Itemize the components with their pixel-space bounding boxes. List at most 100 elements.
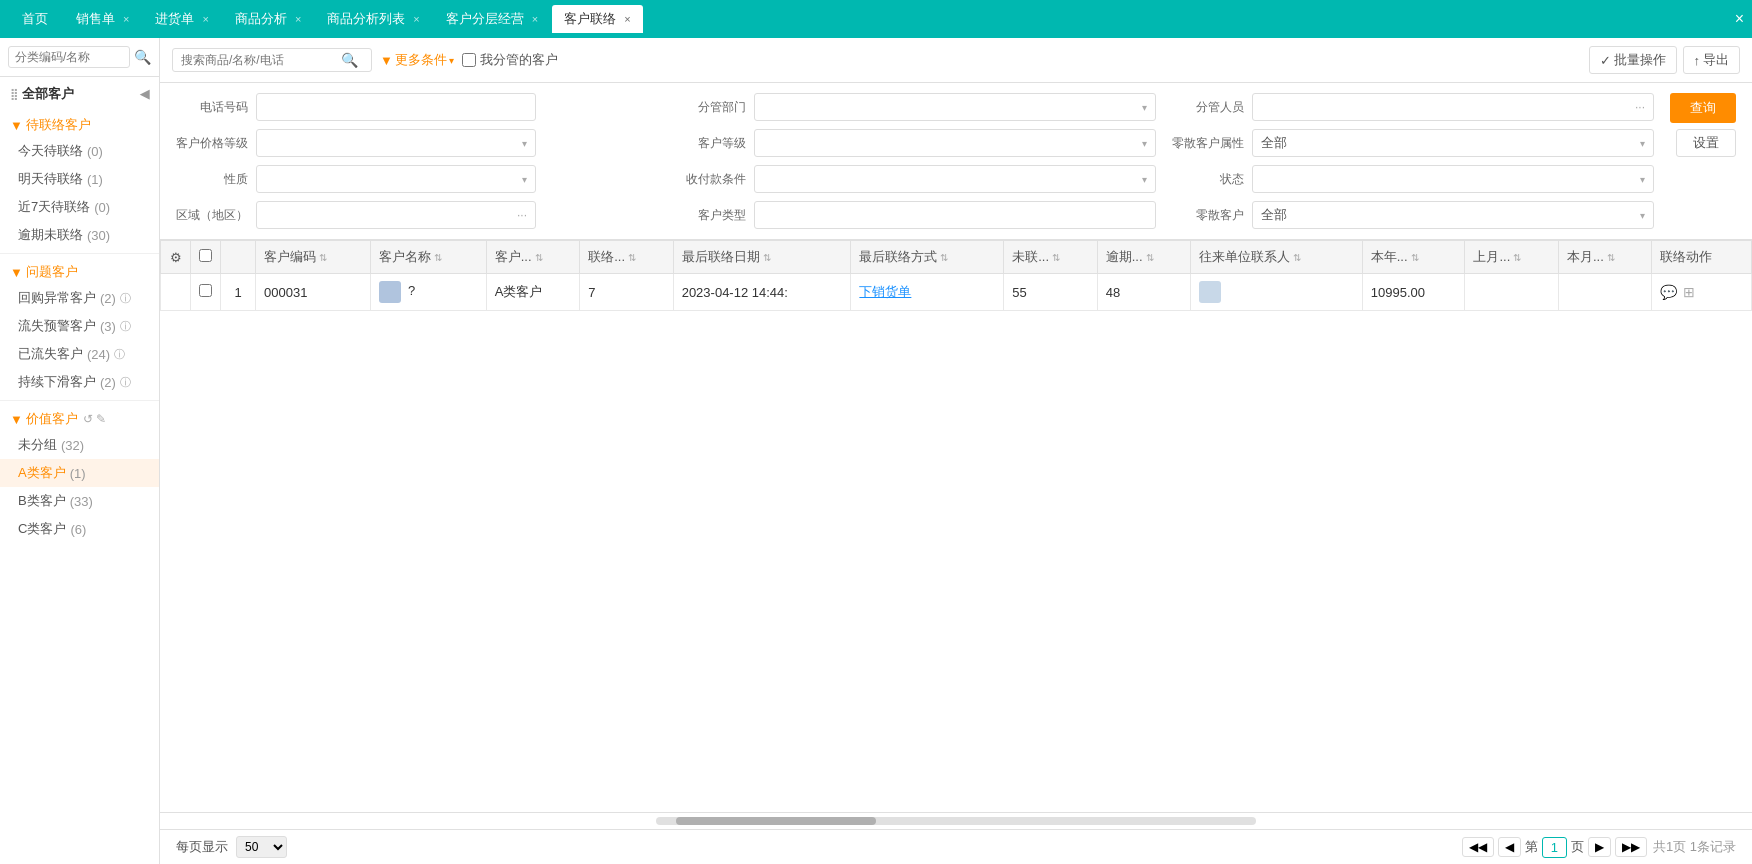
sidebar-search-icon[interactable]: 🔍 [134, 49, 151, 65]
row-checkbox[interactable] [199, 284, 212, 297]
sidebar-repurchase-abnormal[interactable]: 回购异常客户 (2) ⓘ [0, 284, 159, 312]
filter-search-input[interactable] [181, 53, 341, 67]
close-analysis-tab[interactable]: × [295, 5, 301, 33]
batch-ops-icon: ✓ [1600, 53, 1611, 68]
close-customer-ops-tab[interactable]: × [532, 5, 538, 33]
filter-payment-select[interactable]: ▾ [754, 165, 1156, 193]
row-name-cell[interactable]: ? [371, 274, 486, 311]
more-conditions-button[interactable]: ▼ 更多条件 ▾ [380, 51, 454, 69]
filter-nature-select[interactable]: ▾ [256, 165, 536, 193]
col-header-last-month[interactable]: 上月... ⇅ [1465, 241, 1558, 274]
filter-retail-attr: 零散客户属性 全部 ▾ [1172, 129, 1654, 157]
info-icon-3: ⓘ [114, 347, 125, 362]
col-header-this-month[interactable]: 本月... ⇅ [1558, 241, 1651, 274]
filter-region-input[interactable]: ··· [256, 201, 536, 229]
row-last-method-cell[interactable]: 下销货单 [851, 274, 1004, 311]
filter-dept-select[interactable]: ▾ [754, 93, 1156, 121]
batch-ops-button[interactable]: ✓ 批量操作 [1589, 46, 1677, 74]
sidebar-overdue-contact[interactable]: 逾期未联络 (30) [0, 221, 159, 249]
col-header-gear[interactable]: ⚙ [161, 241, 191, 274]
sidebar-search-input[interactable] [8, 46, 130, 68]
col-header-last-date[interactable]: 最后联络日期 ⇅ [673, 241, 851, 274]
nav-customer-ops[interactable]: 客户分层经营 × [434, 5, 550, 33]
sidebar-churned[interactable]: 已流失客户 (24) ⓘ [0, 340, 159, 368]
filter-status-select[interactable]: ▾ [1252, 165, 1654, 193]
prev-page-button[interactable]: ◀ [1498, 837, 1521, 857]
col-header-type[interactable]: 客户... ⇅ [486, 241, 579, 274]
edit-icon[interactable]: ✎ [96, 412, 106, 426]
sidebar-today-contact[interactable]: 今天待联络 (0) [0, 137, 159, 165]
col-header-last-method[interactable]: 最后联络方式 ⇅ [851, 241, 1004, 274]
last-page-button[interactable]: ▶▶ [1615, 837, 1647, 857]
page-size-select[interactable]: 50 100 200 [236, 836, 287, 858]
filter-manager-input[interactable]: ··· [1252, 93, 1654, 121]
my-customers-checkbox[interactable]: 我分管的客户 [462, 51, 558, 69]
row-code-cell[interactable]: 000031 [256, 274, 371, 311]
top-nav: 首页 销售单 × 进货单 × 商品分析 × 商品分析列表 × 客户分层经营 × … [0, 0, 1752, 38]
col-header-this-year[interactable]: 本年... ⇅ [1362, 241, 1465, 274]
settings-button[interactable]: 设置 [1676, 129, 1736, 157]
sidebar-declining[interactable]: 持续下滑客户 (2) ⓘ [0, 368, 159, 396]
close-purchase-tab[interactable]: × [202, 5, 208, 33]
sidebar-collapse-icon[interactable]: ◀ [140, 87, 149, 101]
sidebar-class-c[interactable]: C类客户 (6) [0, 515, 159, 543]
col-header-unit-contact[interactable]: 往来单位联系人 ⇅ [1191, 241, 1363, 274]
nav-home[interactable]: 首页 [8, 10, 62, 28]
collapse-arrow[interactable]: ▼ [10, 118, 23, 133]
chat-icon[interactable]: 💬 [1660, 284, 1677, 300]
sidebar-class-b[interactable]: B类客户 (33) [0, 487, 159, 515]
first-page-button[interactable]: ◀◀ [1462, 837, 1494, 857]
filter-phone: 电话号码 [176, 93, 658, 121]
filter-dept: 分管部门 ▾ [674, 93, 1156, 121]
col-header-name[interactable]: 客户名称 ⇅ [371, 241, 486, 274]
current-page[interactable]: 1 [1542, 837, 1567, 858]
nav-customer-contact[interactable]: 客户联络 × [552, 5, 642, 33]
filter-region: 区域（地区） ··· [176, 201, 658, 229]
filter-customer-type-input[interactable] [754, 201, 1156, 229]
close-all-tabs[interactable]: × [1735, 10, 1744, 28]
collapse-arrow-2[interactable]: ▼ [10, 265, 23, 280]
nav-analysis[interactable]: 商品分析 × [223, 5, 313, 33]
row-gear-cell [161, 274, 191, 311]
select-all-checkbox[interactable] [199, 249, 212, 262]
filter-price-level-select[interactable]: ▾ [256, 129, 536, 157]
col-header-code[interactable]: 客户编码 ⇅ [256, 241, 371, 274]
export-button[interactable]: ↑ 导出 [1683, 46, 1741, 74]
horizontal-scrollbar[interactable] [160, 812, 1752, 829]
nav-analysis-list[interactable]: 商品分析列表 × [315, 5, 431, 33]
advanced-filter-section: 电话号码 分管部门 ▾ 分管人员 [160, 83, 1752, 240]
customer-table: ⚙ 客户编码 ⇅ [160, 240, 1752, 311]
row-check-cell[interactable] [191, 274, 221, 311]
sidebar-7days-contact[interactable]: 近7天待联络 (0) [0, 193, 159, 221]
all-customers-header[interactable]: ⣿ 全部客户 ◀ [0, 77, 159, 111]
sidebar-class-a[interactable]: A类客户 (1) [0, 459, 159, 487]
close-sales-tab[interactable]: × [123, 5, 129, 33]
col-header-no-contact[interactable]: 未联... ⇅ [1004, 241, 1097, 274]
col-header-check[interactable] [191, 241, 221, 274]
nav-purchase[interactable]: 进货单 × [143, 5, 220, 33]
scroll-thumb[interactable] [676, 817, 876, 825]
close-customer-contact-tab[interactable]: × [624, 5, 630, 33]
refresh-icon[interactable]: ↺ [83, 412, 93, 426]
collapse-arrow-3[interactable]: ▼ [10, 412, 23, 427]
filter-customer-level-select[interactable]: ▾ [754, 129, 1156, 157]
footer-right: ◀◀ ◀ 第 1 页 ▶ ▶▶ 共1页 1条记录 [1462, 837, 1736, 858]
my-customers-check[interactable] [462, 53, 476, 67]
filter-phone-input[interactable] [256, 93, 536, 121]
sidebar-ungrouped[interactable]: 未分组 (32) [0, 431, 159, 459]
col-header-overdue[interactable]: 逾期... ⇅ [1097, 241, 1190, 274]
sidebar-churn-warning[interactable]: 流失预警客户 (3) ⓘ [0, 312, 159, 340]
next-page-button[interactable]: ▶ [1588, 837, 1611, 857]
col-header-contact[interactable]: 联络... ⇅ [580, 241, 673, 274]
query-button[interactable]: 查询 [1670, 93, 1736, 123]
sidebar-tomorrow-contact[interactable]: 明天待联络 (1) [0, 165, 159, 193]
filter-search-icon[interactable]: 🔍 [341, 52, 358, 68]
sort-this-year-icon: ⇅ [1411, 252, 1419, 263]
filter-retail-attr-select[interactable]: 全部 ▾ [1252, 129, 1654, 157]
nav-sales[interactable]: 销售单 × [64, 5, 141, 33]
row-overdue-cell: 48 [1097, 274, 1190, 311]
filter-retail-select[interactable]: 全部 ▾ [1252, 201, 1654, 229]
row-this-month-cell [1558, 274, 1651, 311]
link-icon[interactable]: ⊞ [1683, 284, 1695, 300]
close-analysis-list-tab[interactable]: × [413, 5, 419, 33]
